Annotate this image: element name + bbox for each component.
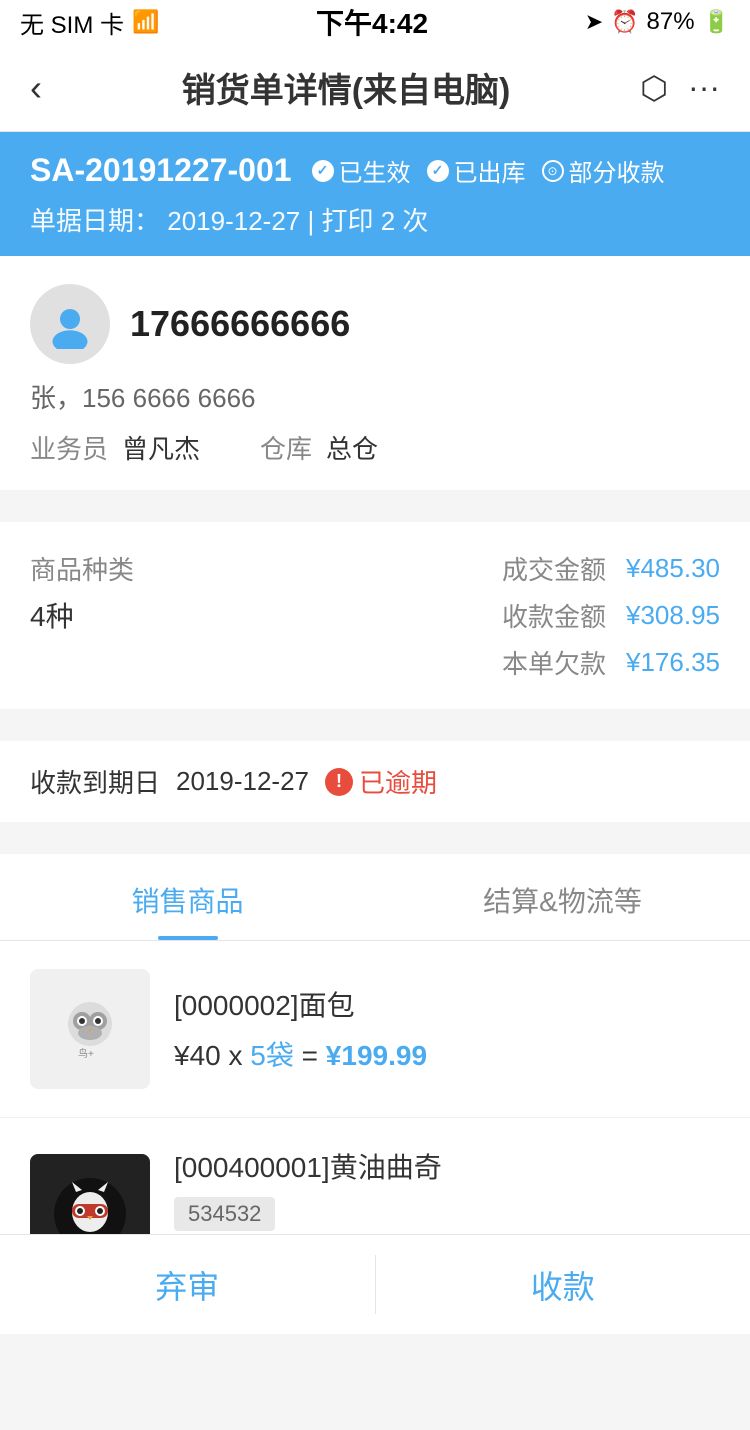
- status-time: 下午4:42: [316, 2, 428, 42]
- warehouse-label: 仓库: [260, 429, 312, 466]
- deal-amount-value: ¥485.30: [626, 553, 720, 584]
- print-label: 打印: [321, 206, 373, 236]
- date-label: 单据日期：: [30, 206, 160, 236]
- overdue-icon: !: [325, 768, 353, 796]
- more-icon[interactable]: ···: [688, 69, 720, 106]
- tab-products[interactable]: 销售商品: [0, 854, 375, 940]
- bottom-bar: 弃审 收款: [0, 1234, 750, 1334]
- payment-due-date: 2019-12-27: [176, 766, 309, 797]
- order-id: SA-20191227-001: [30, 152, 292, 189]
- overdue-badge: ! 已逾期: [325, 763, 437, 800]
- owed-label: 本单欠款: [502, 644, 606, 681]
- separator-3: [0, 838, 750, 854]
- payment-due-label: 收款到期日: [30, 763, 160, 800]
- overdue-text: 已逾期: [359, 763, 437, 800]
- customer-sub: 张，156 6666 6666: [30, 378, 720, 415]
- order-header-band: SA-20191227-001 ✓ 已生效 ✓ 已出库 ⊙ 部分收款 单据日期：…: [0, 132, 750, 256]
- print-separator: |: [307, 206, 321, 236]
- received-row: 收款金额 ¥308.95: [502, 597, 720, 634]
- page-title: 销货单详情(来自电脑): [52, 63, 640, 112]
- wifi-icon: 📶: [132, 9, 159, 35]
- tabs-section: 销售商品 结算&物流等: [0, 854, 750, 941]
- print-count: 2: [381, 206, 395, 236]
- avatar: [30, 284, 110, 364]
- owed-row: 本单欠款 ¥176.35: [502, 644, 720, 681]
- summary-section: 商品种类 4种 成交金额 ¥485.30 收款金额 ¥308.95 本单欠款 ¥…: [0, 522, 750, 709]
- category-count: 4种: [30, 595, 134, 635]
- order-badges: ✓ 已生效 ✓ 已出库 ⊙ 部分收款: [312, 153, 665, 188]
- order-date-row: 单据日期： 2019-12-27 | 打印 2 次: [30, 201, 720, 238]
- deal-amount-label: 成交金额: [502, 550, 606, 587]
- owed-value: ¥176.35: [626, 647, 720, 678]
- price-unit-1: ¥40: [174, 1040, 221, 1071]
- price-eq-1: =: [302, 1040, 326, 1071]
- check-icon-2: ✓: [427, 160, 449, 182]
- product-price-1: ¥40 x 5袋 = ¥199.99: [174, 1034, 720, 1074]
- summary-left: 商品种类 4种: [30, 550, 134, 681]
- price-total-1: ¥199.99: [326, 1040, 427, 1071]
- badge-shipped-text: 已出库: [454, 153, 526, 188]
- separator-1: [0, 506, 750, 522]
- tab-settlement-label: 结算&物流等: [483, 886, 642, 917]
- clock-icon: ⊙: [542, 160, 564, 182]
- badge-partial: ⊙ 部分收款: [542, 153, 665, 188]
- badge-partial-text: 部分收款: [569, 153, 665, 188]
- salesperson-label: 业务员: [30, 429, 108, 466]
- customer-meta: 业务员 曾凡杰 仓库 总仓: [30, 429, 720, 466]
- category-label: 商品种类: [30, 550, 134, 587]
- salesperson-meta: 业务员 曾凡杰: [30, 429, 200, 466]
- badge-shipped: ✓ 已出库: [427, 153, 526, 188]
- status-left: 无 SIM 卡 📶: [20, 5, 159, 40]
- customer-name: 17666666666: [130, 303, 350, 345]
- payment-button[interactable]: 收款: [376, 1235, 750, 1334]
- carrier-text: 无 SIM 卡: [20, 5, 124, 40]
- customer-row: 17666666666: [30, 284, 720, 364]
- back-button[interactable]: ‹: [30, 57, 52, 119]
- tabs-row: 销售商品 结算&物流等: [0, 854, 750, 941]
- product-batch-2: 534532: [174, 1197, 275, 1231]
- order-header-top: SA-20191227-001 ✓ 已生效 ✓ 已出库 ⊙ 部分收款: [30, 152, 720, 189]
- nav-right-actions: ⬡ ···: [640, 69, 720, 107]
- received-label: 收款金额: [502, 597, 606, 634]
- tab-settlement[interactable]: 结算&物流等: [375, 854, 750, 940]
- battery-text: 87%: [647, 8, 695, 36]
- status-bar: 无 SIM 卡 📶 下午4:42 ➤ ⏰ 87% 🔋: [0, 0, 750, 44]
- customer-section: 17666666666 张，156 6666 6666 业务员 曾凡杰 仓库 总…: [0, 256, 750, 490]
- price-qty-1: 5袋: [250, 1040, 294, 1071]
- warehouse-meta: 仓库 总仓: [260, 429, 378, 466]
- location-icon: ➤: [585, 9, 603, 35]
- check-icon-1: ✓: [312, 160, 334, 182]
- alarm-icon: ⏰: [611, 9, 638, 35]
- price-x-1: x: [229, 1040, 251, 1071]
- order-date-value: 2019-12-27: [167, 206, 300, 236]
- badge-effective-text: 已生效: [339, 153, 411, 188]
- product-name-2: [000400001]黄油曲奇: [174, 1146, 720, 1186]
- product-info-1: [0000002]面包 ¥40 x 5袋 = ¥199.99: [174, 984, 720, 1074]
- svg-text:鸟+: 鸟+: [78, 1047, 94, 1060]
- tab-products-label: 销售商品: [131, 886, 243, 917]
- payment-due-section: 收款到期日 2019-12-27 ! 已逾期: [0, 741, 750, 822]
- product-thumb-1: 鸟+: [30, 969, 150, 1089]
- battery-icon: 🔋: [703, 9, 730, 35]
- deal-amount-row: 成交金额 ¥485.30: [502, 550, 720, 587]
- print-suffix: 次: [402, 206, 428, 236]
- abandon-review-button[interactable]: 弃审: [0, 1235, 375, 1334]
- product-name-1: [0000002]面包: [174, 984, 720, 1024]
- share-icon[interactable]: ⬡: [640, 69, 668, 107]
- status-right: ➤ ⏰ 87% 🔋: [585, 8, 730, 36]
- received-value: ¥308.95: [626, 600, 720, 631]
- separator-2: [0, 725, 750, 741]
- list-item: 鸟+ [0000002]面包 ¥40 x 5袋 = ¥199.99: [0, 941, 750, 1118]
- nav-bar: ‹ 销货单详情(来自电脑) ⬡ ···: [0, 44, 750, 132]
- badge-effective: ✓ 已生效: [312, 153, 411, 188]
- warehouse-value: 总仓: [326, 429, 378, 466]
- salesperson-value: 曾凡杰: [122, 429, 200, 466]
- summary-right: 成交金额 ¥485.30 收款金额 ¥308.95 本单欠款 ¥176.35: [502, 550, 720, 681]
